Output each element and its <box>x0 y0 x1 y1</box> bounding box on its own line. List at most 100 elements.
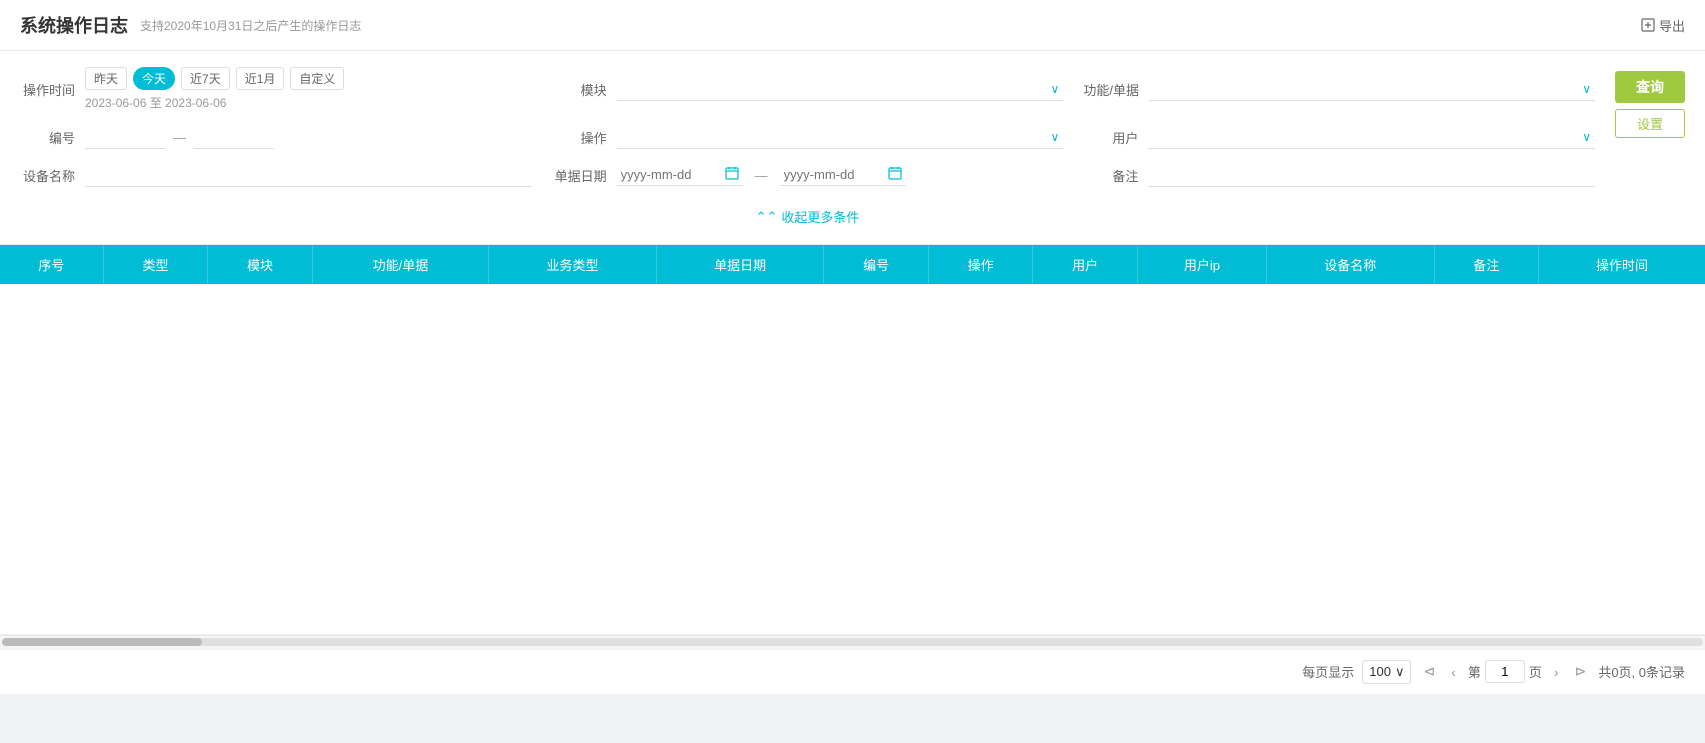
date-content: — <box>617 164 1064 186</box>
user-label: 用户 <box>1083 128 1148 147</box>
time-btn-1month[interactable]: 近1月 <box>236 67 285 90</box>
code-dash: — <box>165 130 194 145</box>
per-page-value: 100 <box>1369 664 1391 679</box>
time-btn-yesterday[interactable]: 昨天 <box>85 67 127 90</box>
table-body <box>0 284 1705 634</box>
per-page-label: 每页显示 <box>1302 662 1354 681</box>
code-input-to[interactable] <box>194 125 274 149</box>
collapse-button[interactable]: ⌃⌃ 收起更多条件 <box>756 207 860 226</box>
module-filter-cell: 模块 ∨ <box>552 77 1064 101</box>
col-remark: 备注 <box>1434 245 1538 284</box>
page-label: 第 <box>1468 662 1481 681</box>
remark-filter-cell: 备注 <box>1083 163 1595 187</box>
function-select[interactable] <box>1149 77 1595 101</box>
time-label: 操作时间 <box>20 80 85 99</box>
table-section: 序号 类型 模块 功能/单据 业务类型 单据日期 编号 操作 用户 用户ip 设… <box>0 245 1705 635</box>
col-device: 设备名称 <box>1266 245 1434 284</box>
export-label: 导出 <box>1659 16 1685 35</box>
user-content: ∨ <box>1148 125 1595 149</box>
code-content: — <box>85 125 532 149</box>
time-filter-area: 昨天 今天 近7天 近1月 自定义 2023-06-06 至 2023-06-0… <box>85 67 344 111</box>
code-input-from[interactable] <box>85 125 165 149</box>
empty-cell <box>0 284 1705 634</box>
time-btn-today[interactable]: 今天 <box>133 67 175 90</box>
time-range-text: 2023-06-06 至 2023-06-06 <box>85 94 344 111</box>
collapse-up-icon: ⌃⌃ <box>756 209 778 225</box>
col-index: 序号 <box>0 245 103 284</box>
operation-content: ∨ <box>617 125 1064 149</box>
user-select[interactable] <box>1148 125 1595 149</box>
time-buttons: 昨天 今天 近7天 近1月 自定义 <box>85 67 344 90</box>
date-filter-cell: 单据日期 <box>552 164 1064 186</box>
filter-actions: 查询 设置 <box>1595 67 1685 138</box>
date-dash: — <box>747 168 776 183</box>
page-input[interactable] <box>1485 660 1525 683</box>
empty-row <box>0 284 1705 634</box>
device-label: 设备名称 <box>20 166 85 185</box>
date-label: 单据日期 <box>552 166 617 185</box>
data-table: 序号 类型 模块 功能/单据 业务类型 单据日期 编号 操作 用户 用户ip 设… <box>0 245 1705 635</box>
user-filter-cell: 用户 ∨ <box>1083 125 1595 149</box>
code-filter-cell: 编号 — <box>20 125 532 149</box>
page-info: 第 页 <box>1468 660 1542 683</box>
per-page-chevron-icon: ∨ <box>1395 664 1405 680</box>
table-header-row: 序号 类型 模块 功能/单据 业务类型 单据日期 编号 操作 用户 用户ip 设… <box>0 245 1705 284</box>
col-module: 模块 <box>208 245 312 284</box>
remark-input[interactable] <box>1148 163 1595 187</box>
last-page-button[interactable]: ⊳ <box>1571 661 1591 682</box>
col-date: 单据日期 <box>656 245 824 284</box>
calendar-from-icon[interactable] <box>725 166 739 183</box>
total-info: 共0页, 0条记录 <box>1598 662 1685 681</box>
time-btn-7days[interactable]: 近7天 <box>181 67 230 90</box>
col-user-ip: 用户ip <box>1137 245 1266 284</box>
scrollbar-area <box>0 635 1705 649</box>
per-page-select[interactable]: 100 ∨ <box>1362 660 1411 684</box>
settings-button[interactable]: 设置 <box>1615 109 1685 138</box>
export-button[interactable]: 导出 <box>1641 16 1685 35</box>
filter-row-3: 设备名称 单据日期 <box>20 163 1595 187</box>
time-btn-custom[interactable]: 自定义 <box>290 67 344 90</box>
module-label: 模块 <box>552 80 617 99</box>
page-title: 系统操作日志 <box>20 12 128 38</box>
filter-row-2: 编号 — 操作 ∨ <box>20 125 1595 149</box>
remark-label: 备注 <box>1083 166 1148 185</box>
filter-container: 操作时间 昨天 今天 近7天 近1月 自定义 2023-06-06 至 2023… <box>20 67 1685 228</box>
filter-section: 操作时间 昨天 今天 近7天 近1月 自定义 2023-06-06 至 2023… <box>0 51 1705 245</box>
date-to-input[interactable] <box>784 167 884 182</box>
col-code: 编号 <box>824 245 928 284</box>
operation-label: 操作 <box>552 128 617 147</box>
date-from-wrapper <box>617 164 743 186</box>
col-function: 功能/单据 <box>312 245 488 284</box>
collapse-label: 收起更多条件 <box>781 207 859 226</box>
title-area: 系统操作日志 支持2020年10月31日之后产生的操作日志 <box>20 12 361 38</box>
calendar-to-icon[interactable] <box>888 166 902 183</box>
date-from-input[interactable] <box>621 167 721 182</box>
device-input[interactable] <box>85 163 532 187</box>
code-label: 编号 <box>20 128 85 147</box>
col-operation: 操作 <box>928 245 1032 284</box>
operation-filter-cell: 操作 ∨ <box>552 125 1064 149</box>
prev-page-button[interactable]: ‹ <box>1447 662 1460 682</box>
scrollbar-thumb[interactable] <box>2 638 202 646</box>
remark-content <box>1148 163 1595 187</box>
scrollbar-track <box>2 638 1703 646</box>
next-page-button[interactable]: › <box>1550 662 1563 682</box>
col-user: 用户 <box>1033 245 1137 284</box>
module-select-container: ∨ <box>617 77 1064 101</box>
function-content: ∨ <box>1149 77 1595 101</box>
col-biz-type: 业务类型 <box>489 245 657 284</box>
time-filter-cell: 操作时间 昨天 今天 近7天 近1月 自定义 2023-06-06 至 2023… <box>20 67 532 111</box>
operation-select[interactable] <box>617 125 1064 149</box>
device-filter-cell: 设备名称 <box>20 163 532 187</box>
module-content: ∨ <box>617 77 1064 101</box>
col-type: 类型 <box>103 245 207 284</box>
query-button[interactable]: 查询 <box>1615 71 1685 103</box>
time-content: 昨天 今天 近7天 近1月 自定义 2023-06-06 至 2023-06-0… <box>85 67 532 111</box>
first-page-button[interactable]: ⊲ <box>1419 661 1439 682</box>
page-subtitle: 支持2020年10月31日之后产生的操作日志 <box>140 17 361 34</box>
function-select-container: ∨ <box>1149 77 1595 101</box>
module-select[interactable] <box>617 77 1064 101</box>
page-unit: 页 <box>1529 662 1542 681</box>
function-label: 功能/单据 <box>1083 80 1149 99</box>
user-select-container: ∨ <box>1148 125 1595 149</box>
